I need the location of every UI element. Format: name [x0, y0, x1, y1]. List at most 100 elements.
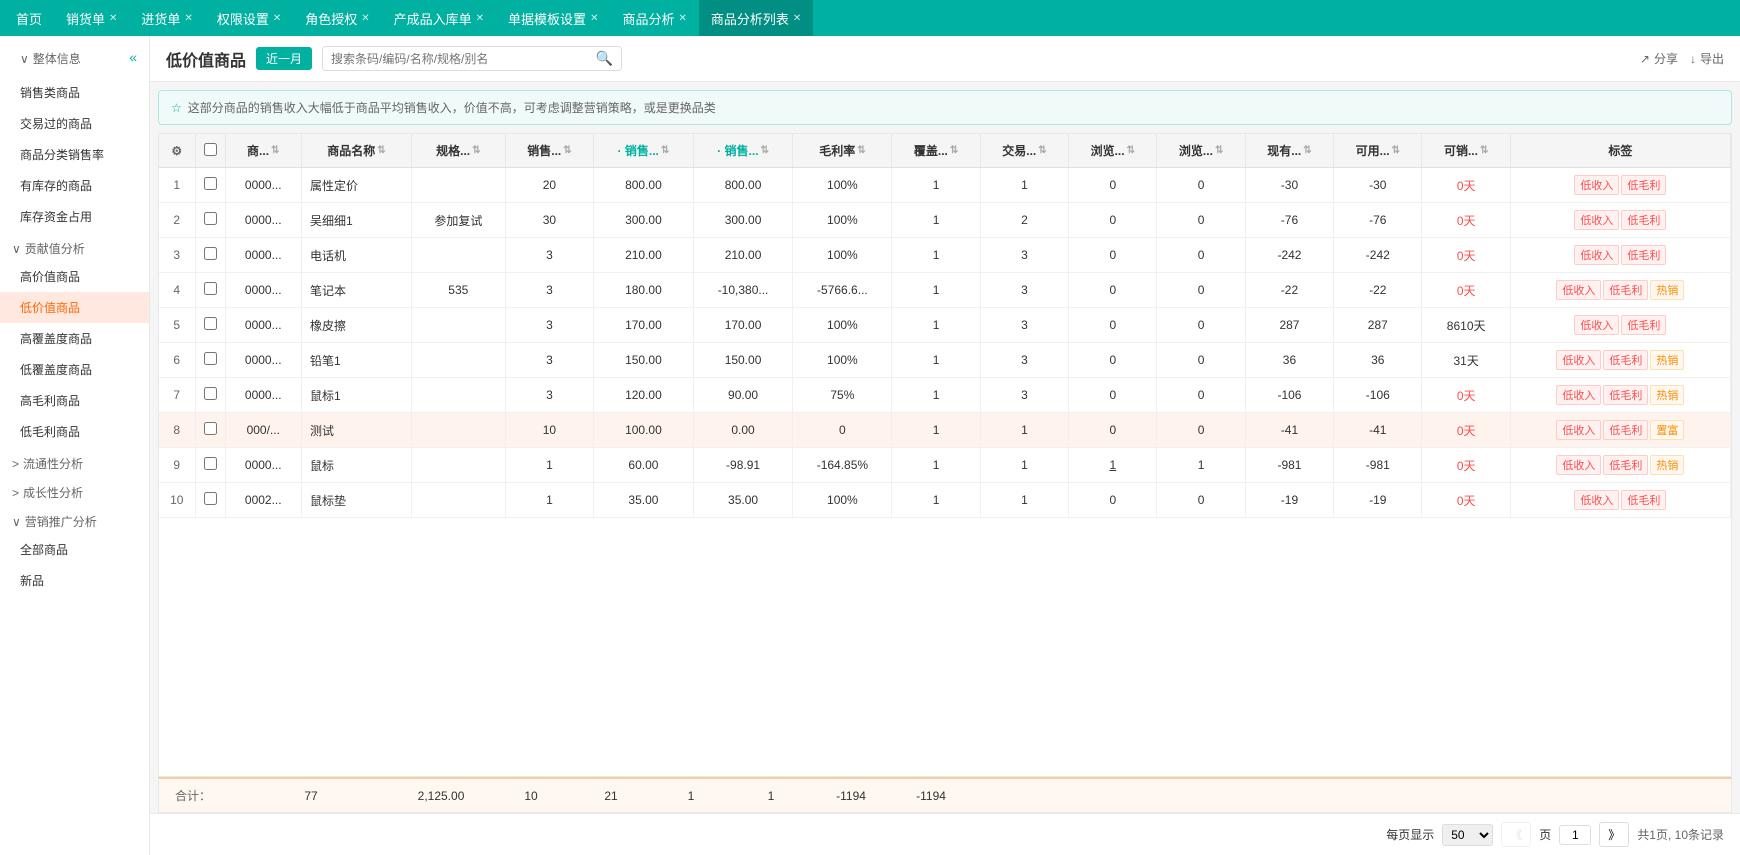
page-header: 低价值商品 近一月 🔍 ↗ 分享 ↓ 导出 [150, 36, 1740, 82]
cell-sales-price: -98.91 [693, 448, 793, 483]
first-page-button[interactable]: 《 [1501, 822, 1531, 847]
col-code[interactable]: 商...⇅ [225, 134, 301, 168]
cell-tags: 低收入低毛利置富 [1510, 413, 1730, 448]
close-icon[interactable]: ✕ [184, 13, 192, 24]
search-input[interactable] [331, 52, 596, 66]
row-checkbox[interactable] [204, 317, 217, 330]
sidebar-item-stocked-products[interactable]: 有库存的商品 [0, 170, 149, 201]
col-sales-price[interactable]: · 销售...⇅ [693, 134, 793, 168]
sidebar-group-contribution[interactable]: ∨ 贡献值分析 [0, 232, 149, 261]
close-icon[interactable]: ✕ [273, 13, 281, 24]
cell-sellable: 8610天 [1422, 308, 1510, 343]
export-button[interactable]: ↓ 导出 [1690, 50, 1724, 67]
col-available[interactable]: 可用...⇅ [1334, 134, 1422, 168]
sidebar-item-category-sales-rate[interactable]: 商品分类销售率 [0, 139, 149, 170]
search-icon[interactable]: 🔍 [596, 50, 613, 67]
sidebar-group-growth[interactable]: > 成长性分析 [0, 476, 149, 505]
row-checkbox[interactable] [204, 352, 217, 365]
cell-browse2: 1 [1157, 448, 1245, 483]
cell-sales-amount: 100.00 [594, 413, 694, 448]
close-icon[interactable]: ✕ [793, 13, 801, 24]
sidebar-item-inventory-capital[interactable]: 库存资金占用 [0, 201, 149, 232]
nav-template[interactable]: 单据模板设置 ✕ [496, 0, 610, 36]
sidebar-item-high-value[interactable]: 高价值商品 [0, 261, 149, 292]
col-settings[interactable]: ⚙ [159, 134, 195, 168]
nav-product-analysis[interactable]: 商品分析 ✕ [610, 0, 698, 36]
header-actions: ↗ 分享 ↓ 导出 [1640, 50, 1724, 67]
row-checkbox[interactable] [204, 212, 217, 225]
col-current[interactable]: 现有...⇅ [1245, 134, 1333, 168]
select-all-checkbox[interactable] [204, 143, 217, 156]
col-trade[interactable]: 交易...⇅ [980, 134, 1068, 168]
row-checkbox[interactable] [204, 387, 217, 400]
sidebar-item-all-products[interactable]: 全部商品 [0, 534, 149, 565]
col-browse1[interactable]: 浏览...⇅ [1069, 134, 1157, 168]
col-margin[interactable]: 毛利率⇅ [793, 134, 892, 168]
per-page-select[interactable]: 50 100 200 [1442, 824, 1493, 846]
col-sellable[interactable]: 可销...⇅ [1422, 134, 1510, 168]
row-checkbox[interactable] [204, 247, 217, 260]
tag-label: 低毛利 [1603, 420, 1648, 440]
close-icon[interactable]: ✕ [109, 13, 117, 24]
close-icon[interactable]: ✕ [361, 13, 369, 24]
tag-label: 低收入 [1556, 280, 1601, 300]
nav-product-analysis-list[interactable]: 商品分析列表 ✕ [699, 0, 813, 36]
cell-trade: 1 [980, 413, 1068, 448]
row-checkbox[interactable] [204, 457, 217, 470]
col-name[interactable]: 商品名称⇅ [301, 134, 411, 168]
share-button[interactable]: ↗ 分享 [1640, 50, 1678, 67]
sidebar-collapse-button[interactable]: « [125, 45, 141, 69]
cell-name: 测试 [301, 413, 411, 448]
sidebar-item-low-value[interactable]: 低价值商品 [0, 292, 149, 323]
cell-spec [411, 238, 505, 273]
nav-sales-order[interactable]: 销货单 ✕ [54, 0, 129, 36]
sidebar-item-sales-products[interactable]: 销售类商品 [0, 77, 149, 108]
next-page-button[interactable]: 》 [1599, 822, 1629, 847]
row-checkbox[interactable] [204, 282, 217, 295]
sidebar-group-marketing[interactable]: ∨ 营销推广分析 [0, 505, 149, 534]
sidebar-item-new-products[interactable]: 新品 [0, 565, 149, 596]
row-checkbox[interactable] [204, 492, 217, 505]
close-icon[interactable]: ✕ [476, 13, 484, 24]
cell-available: -30 [1334, 168, 1422, 203]
sidebar-item-high-coverage[interactable]: 高覆盖度商品 [0, 323, 149, 354]
tag-label: 低收入 [1556, 350, 1601, 370]
sidebar-item-low-margin[interactable]: 低毛利商品 [0, 416, 149, 447]
nav-permission[interactable]: 权限设置 ✕ [205, 0, 293, 36]
sidebar-item-traded-products[interactable]: 交易过的商品 [0, 108, 149, 139]
col-coverage[interactable]: 覆盖...⇅ [892, 134, 980, 168]
nav-product-inbound[interactable]: 产成品入库单 ✕ [382, 0, 496, 36]
cell-browse1[interactable]: 1 [1069, 448, 1157, 483]
row-checkbox[interactable] [204, 177, 217, 190]
cell-tags: 低收入低毛利 [1510, 308, 1730, 343]
tag-label: 热销 [1650, 385, 1684, 405]
sidebar-item-high-margin[interactable]: 高毛利商品 [0, 385, 149, 416]
cell-sales-qty: 20 [505, 168, 593, 203]
col-sales-amount[interactable]: · 销售...⇅ [594, 134, 694, 168]
col-spec[interactable]: 规格...⇅ [411, 134, 505, 168]
top-navigation: 首页 销货单 ✕ 进货单 ✕ 权限设置 ✕ 角色授权 ✕ 产成品入库单 ✕ 单据… [0, 0, 1740, 36]
nav-home[interactable]: 首页 [4, 0, 54, 36]
cell-margin: 100% [793, 238, 892, 273]
period-button[interactable]: 近一月 [256, 47, 312, 70]
close-icon[interactable]: ✕ [678, 13, 686, 24]
sidebar-item-low-coverage[interactable]: 低覆盖度商品 [0, 354, 149, 385]
col-sales-qty[interactable]: 销售...⇅ [505, 134, 593, 168]
nav-role-auth[interactable]: 角色授权 ✕ [293, 0, 381, 36]
cell-sellable: 0天 [1422, 448, 1510, 483]
sidebar-group-circulation[interactable]: > 流通性分析 [0, 447, 149, 476]
cell-coverage: 1 [892, 413, 980, 448]
col-browse2[interactable]: 浏览...⇅ [1157, 134, 1245, 168]
sidebar-group-overall[interactable]: ∨ 整体信息 [8, 42, 93, 71]
nav-purchase-order[interactable]: 进货单 ✕ [129, 0, 204, 36]
page-number-input[interactable] [1559, 825, 1591, 845]
cell-checkbox [195, 343, 225, 378]
cell-sellable: 0天 [1422, 273, 1510, 308]
gear-icon[interactable]: ⚙ [171, 144, 182, 158]
footer-browse2: 1 [731, 789, 811, 803]
cell-current: -41 [1245, 413, 1333, 448]
cell-trade: 3 [980, 378, 1068, 413]
row-checkbox[interactable] [204, 422, 217, 435]
cell-sales-qty: 1 [505, 448, 593, 483]
close-icon[interactable]: ✕ [590, 13, 598, 24]
